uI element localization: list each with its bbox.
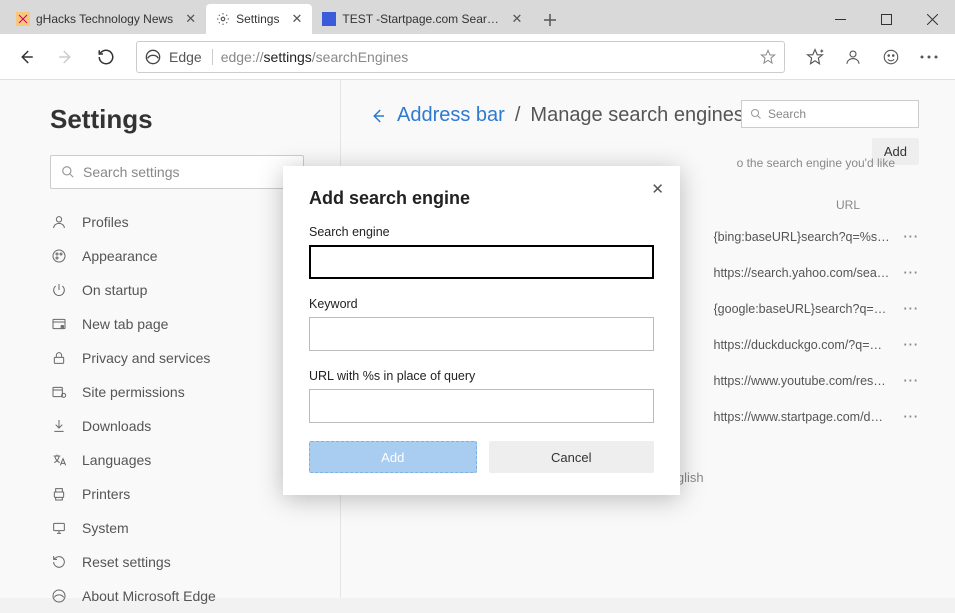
tab-strip: gHacks Technology News ✕ Settings ✕ TEST… — [0, 0, 564, 34]
appearance-icon — [50, 248, 68, 264]
reset-icon — [50, 554, 68, 570]
engines-list: {bing:baseURL}search?q=%s…··· https://se… — [714, 230, 920, 424]
maximize-button[interactable] — [863, 4, 909, 34]
profile-button[interactable] — [835, 39, 871, 75]
titlebar: gHacks Technology News ✕ Settings ✕ TEST… — [0, 0, 955, 34]
favorites-button[interactable] — [797, 39, 833, 75]
engine-row: https://www.startpage.com/d…··· — [714, 410, 920, 424]
person-icon — [50, 214, 68, 230]
nav-downloads[interactable]: Downloads — [50, 409, 304, 443]
keyword-input[interactable] — [309, 317, 654, 351]
back-button[interactable] — [8, 39, 44, 75]
dialog-cancel-button[interactable]: Cancel — [489, 441, 655, 473]
more-icon[interactable]: ··· — [904, 374, 920, 388]
dialog-buttons: Add Cancel — [309, 441, 654, 473]
field-label-url: URL with %s in place of query — [309, 369, 654, 383]
refresh-button[interactable] — [88, 39, 124, 75]
add-search-engine-dialog: ✕ Add search engine Search engine Keywor… — [283, 166, 680, 495]
nav-about[interactable]: About Microsoft Edge — [50, 579, 304, 613]
nav-languages[interactable]: Languages — [50, 443, 304, 477]
dialog-add-button[interactable]: Add — [309, 441, 477, 473]
engine-row: {bing:baseURL}search?q=%s…··· — [714, 230, 920, 244]
close-window-button[interactable] — [909, 4, 955, 34]
tab-label: TEST -Startpage.com Search resu — [342, 12, 499, 26]
permissions-icon — [50, 384, 68, 400]
more-icon[interactable]: ··· — [904, 230, 920, 244]
newtab-icon — [50, 316, 68, 332]
nav-site-permissions[interactable]: Site permissions — [50, 375, 304, 409]
close-icon[interactable]: ✕ — [511, 11, 522, 27]
nav-system[interactable]: System — [50, 511, 304, 545]
nav-appearance[interactable]: Appearance — [50, 239, 304, 273]
edge-icon — [50, 588, 68, 604]
edge-logo-icon — [145, 49, 161, 65]
feedback-button[interactable] — [873, 39, 909, 75]
search-placeholder: Search settings — [83, 164, 180, 180]
favorite-star-icon[interactable] — [760, 49, 776, 65]
lock-icon — [50, 350, 68, 366]
search-engines-search[interactable]: Search — [741, 100, 919, 128]
system-icon — [50, 520, 68, 536]
close-icon[interactable]: ✕ — [185, 11, 196, 27]
more-icon[interactable]: ··· — [904, 266, 920, 280]
new-tab-button[interactable] — [536, 6, 564, 34]
column-url: URL — [836, 198, 860, 212]
menu-button[interactable] — [911, 39, 947, 75]
breadcrumb-link[interactable]: Address bar — [397, 104, 505, 127]
field-label-search-engine: Search engine — [309, 225, 654, 239]
tab-label: Settings — [236, 12, 279, 26]
forward-button[interactable] — [48, 39, 84, 75]
gear-icon — [216, 12, 230, 26]
power-icon — [50, 282, 68, 298]
nav-startup[interactable]: On startup — [50, 273, 304, 307]
nav-newtab[interactable]: New tab page — [50, 307, 304, 341]
identity-label: Edge — [169, 49, 213, 65]
download-icon — [50, 418, 68, 434]
minimize-button[interactable] — [817, 4, 863, 34]
engine-row: https://search.yahoo.com/sea…··· — [714, 266, 920, 280]
nav-reset[interactable]: Reset settings — [50, 545, 304, 579]
engine-row: {google:baseURL}search?q=%…··· — [714, 302, 920, 316]
nav-privacy[interactable]: Privacy and services — [50, 341, 304, 375]
engine-row: https://www.youtube.com/res…··· — [714, 374, 920, 388]
language-icon — [50, 452, 68, 468]
printer-icon — [50, 486, 68, 502]
more-icon[interactable]: ··· — [904, 302, 920, 316]
tab-settings[interactable]: Settings ✕ — [206, 4, 312, 34]
page-title: Settings — [50, 104, 304, 135]
address-bar[interactable]: Edge edge://settings/searchEngines — [136, 41, 785, 73]
search-icon — [61, 165, 75, 179]
favicon-startpage — [322, 12, 336, 26]
nav-profiles[interactable]: Profiles — [50, 205, 304, 239]
close-icon[interactable]: ✕ — [291, 11, 302, 27]
toolbar: Edge edge://settings/searchEngines — [0, 34, 955, 80]
dialog-title: Add search engine — [309, 188, 654, 209]
breadcrumb-current: Manage search engines — [530, 104, 743, 127]
toolbar-right — [797, 39, 947, 75]
settings-nav: Profiles Appearance On startup New tab p… — [50, 205, 304, 613]
breadcrumb-back-icon[interactable] — [369, 107, 387, 125]
nav-printers[interactable]: Printers — [50, 477, 304, 511]
tab-ghacks[interactable]: gHacks Technology News ✕ — [6, 4, 206, 34]
hint-text: o the search engine you'd like — [737, 156, 895, 170]
favicon-ghacks — [16, 12, 30, 26]
engine-row: https://duckduckgo.com/?q=…··· — [714, 338, 920, 352]
search-settings-input[interactable]: Search settings — [50, 155, 304, 189]
url-input[interactable] — [309, 389, 654, 423]
url-text: edge://settings/searchEngines — [221, 49, 752, 65]
search-engine-input[interactable] — [309, 245, 654, 279]
window-controls — [817, 4, 955, 34]
breadcrumb-sep: / — [515, 104, 521, 127]
field-label-keyword: Keyword — [309, 297, 654, 311]
tab-label: gHacks Technology News — [36, 12, 173, 26]
tab-startpage[interactable]: TEST -Startpage.com Search resu ✕ — [312, 4, 532, 34]
search-icon — [750, 108, 762, 120]
more-icon[interactable]: ··· — [904, 338, 920, 352]
more-icon[interactable]: ··· — [904, 410, 920, 424]
dialog-close-icon[interactable]: ✕ — [651, 180, 664, 198]
